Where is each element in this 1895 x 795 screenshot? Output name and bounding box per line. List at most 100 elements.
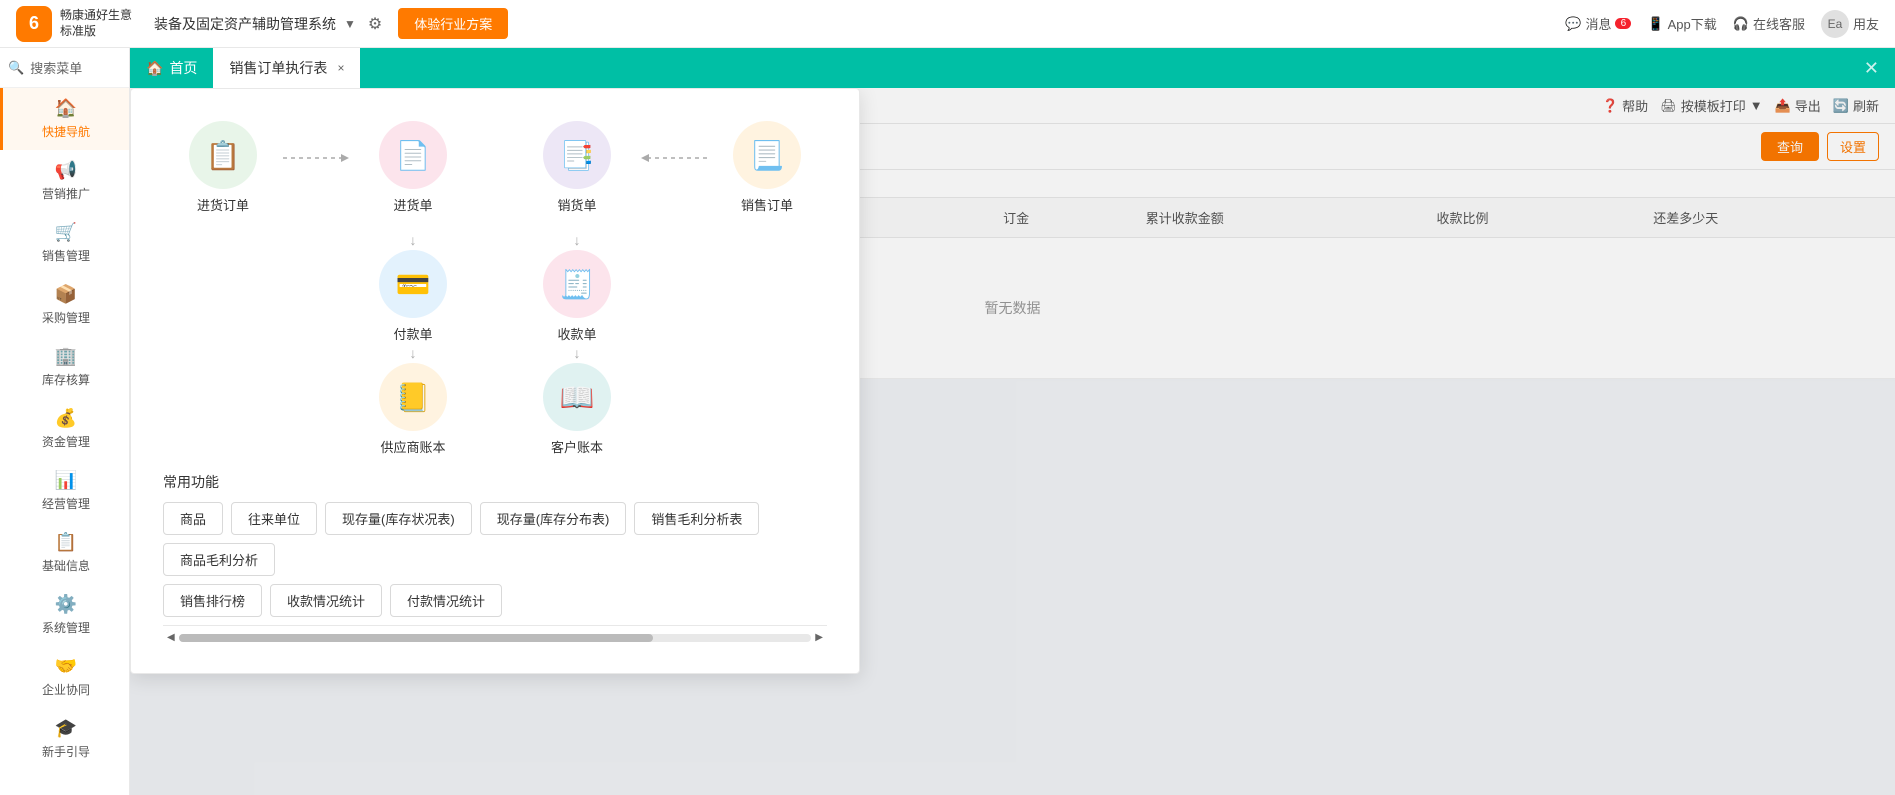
flow-row-3-wrapper: 📒 供应商账本 📖 客户账本 (163, 363, 827, 456)
app-download-btn[interactable]: 📱 App下载 (1647, 14, 1716, 33)
modal-backdrop: 📋 进货订单 (130, 88, 1895, 795)
scroll-track (179, 634, 812, 642)
sidebar-item-purchase[interactable]: 📦 采购管理 (0, 274, 129, 336)
sidebar-item-cooperation[interactable]: 🤝 企业协同 (0, 646, 129, 708)
money-icon: 💰 (55, 408, 77, 429)
arrow-sale-order-to-bill (637, 150, 707, 166)
sidebar-item-finance[interactable]: 💰 资金管理 (0, 398, 129, 460)
flow-node-sale-order[interactable]: 📃 销售订单 (707, 121, 827, 214)
message-badge: 6 (1615, 18, 1631, 29)
purchase-bill-icon: 📄 (396, 139, 431, 172)
flow-row-1: 📋 进货订单 (163, 121, 827, 214)
scroll-left-btn[interactable]: ◀ (167, 632, 175, 643)
inner-page: ❓ 帮助 🖨 按模板打印 ▼ 📤 导出 🔄 刷新 (130, 88, 1895, 795)
sidebar-item-quick-nav[interactable]: 🏠 快捷导航 (0, 88, 129, 150)
arrow-purchase-to-bill (283, 150, 353, 166)
sidebar-item-beginner[interactable]: 🎓 新手引导 (0, 708, 129, 770)
search-menu-btn[interactable]: 🔍 搜索菜单 (0, 48, 129, 88)
home-tab-icon: 🏠 (146, 60, 163, 77)
scroll-right-btn[interactable]: ▶ (815, 632, 823, 643)
func-btn-payment-stats[interactable]: 付款情况统计 (390, 584, 502, 617)
supplier-ledger-icon: 📒 (396, 381, 431, 414)
sale-bill-circle: 📑 (543, 121, 611, 189)
search-icon: 🔍 (8, 60, 24, 76)
scroll-thumb[interactable] (179, 634, 653, 642)
logo-text: 畅康通好生意 标准版 (60, 8, 132, 39)
func-btn-receipt-stats[interactable]: 收款情况统计 (270, 584, 382, 617)
payment-circle: 💳 (379, 250, 447, 318)
func-btn-product-profit[interactable]: 商品毛利分析 (163, 543, 275, 576)
customer-ledger-icon: 📖 (560, 381, 595, 414)
func-buttons-row-2: 销售排行榜 收款情况统计 付款情况统计 (163, 584, 827, 617)
arrow-v-receipt-customer: ↓ (574, 345, 581, 361)
sale-order-circle: 📃 (733, 121, 801, 189)
graduation-icon: 🎓 (55, 718, 77, 739)
common-functions-title: 常用功能 (163, 472, 827, 492)
content-area: 🏠 首页 销售订单执行表 × ✕ ❓ 帮助 🖨 按模板打印 ▼ (130, 48, 1895, 795)
purchase-order-circle: 📋 (189, 121, 257, 189)
chart-icon: 📊 (55, 470, 77, 491)
warehouse-icon: 🏢 (55, 346, 77, 367)
sidebar-item-sales[interactable]: 🛒 销售管理 (0, 212, 129, 274)
arrow-v-payment-supplier: ↓ (410, 345, 417, 361)
flow-node-sale-bill[interactable]: 📑 销货单 (517, 121, 637, 214)
window-close-btn[interactable]: ✕ (1856, 58, 1887, 79)
func-btn-sales-ranking[interactable]: 销售排行榜 (163, 584, 262, 617)
flow-node-purchase-order[interactable]: 📋 进货订单 (163, 121, 283, 214)
modal-panel: 📋 进货订单 (130, 88, 860, 674)
func-btn-counterpart[interactable]: 往来单位 (231, 502, 317, 535)
purchase-bill-circle: 📄 (379, 121, 447, 189)
tab-sales-execution[interactable]: 销售订单执行表 × (213, 48, 360, 88)
flow-node-customer-ledger[interactable]: 📖 客户账本 (517, 363, 637, 456)
logo-area: 6 畅康通好生意 标准版 (16, 6, 146, 42)
arrow-v-sale-receipt: ↓ (574, 232, 581, 248)
purchase-order-icon: 📋 (206, 139, 241, 172)
handshake-icon: 🤝 (55, 656, 77, 677)
receipt-circle: 🧾 (543, 250, 611, 318)
scroll-bar-area: ◀ ▶ (163, 625, 827, 649)
system-name: 装备及固定资产辅助管理系统 (154, 14, 336, 34)
experience-btn[interactable]: 体验行业方案 (398, 8, 508, 39)
online-service-btn[interactable]: 🎧 在线客服 (1733, 14, 1805, 33)
gear-icon[interactable]: ⚙ (368, 14, 382, 34)
message-btn[interactable]: 💬 消息 6 (1565, 14, 1631, 33)
system-dropdown-btn[interactable]: ▼ (344, 17, 356, 31)
tab-close-btn[interactable]: × (337, 61, 344, 75)
sale-bill-icon: 📑 (560, 139, 595, 172)
sidebar-item-basic[interactable]: 📋 基础信息 (0, 522, 129, 584)
sale-order-icon: 📃 (750, 139, 785, 172)
flow-row-2-wrapper: ↓ 💳 付款单 ↓ (163, 230, 827, 363)
clipboard-icon: 📋 (55, 532, 77, 553)
receipt-icon: 🧾 (560, 268, 595, 301)
sidebar: 🔍 搜索菜单 🏠 快捷导航 📢 营销推广 🛒 销售管理 📦 采购管理 🏢 库存核… (0, 48, 130, 795)
user-area[interactable]: Ea 用友 (1821, 10, 1879, 38)
func-btn-stock-dist[interactable]: 现存量(库存分布表) (480, 502, 627, 535)
flow-node-payment[interactable]: 💳 付款单 (353, 250, 473, 343)
payment-icon: 💳 (396, 268, 431, 301)
func-btn-product[interactable]: 商品 (163, 502, 223, 535)
main-layout: 🔍 搜索菜单 🏠 快捷导航 📢 营销推广 🛒 销售管理 📦 采购管理 🏢 库存核… (0, 48, 1895, 795)
func-buttons-row-1: 商品 往来单位 现存量(库存状况表) 现存量(库存分布表) 销售毛利分析表 商品… (163, 502, 827, 576)
cart-icon: 🛒 (55, 222, 77, 243)
home-icon: 🏠 (55, 98, 77, 119)
megaphone-icon: 📢 (55, 160, 77, 181)
header: 6 畅康通好生意 标准版 装备及固定资产辅助管理系统 ▼ ⚙ 体验行业方案 💬 … (0, 0, 1895, 48)
sidebar-item-system[interactable]: ⚙️ 系统管理 (0, 584, 129, 646)
sidebar-item-operation[interactable]: 📊 经营管理 (0, 460, 129, 522)
headset-icon: 🎧 (1733, 16, 1749, 32)
app-icon: 📱 (1647, 16, 1663, 32)
flow-node-supplier-ledger[interactable]: 📒 供应商账本 (353, 363, 473, 456)
func-btn-sales-profit[interactable]: 销售毛利分析表 (634, 502, 759, 535)
flow-diagram: 📋 进货订单 (163, 113, 827, 464)
settings-icon: ⚙️ (55, 594, 77, 615)
func-btn-stock-status[interactable]: 现存量(库存状况表) (325, 502, 472, 535)
tab-bar: 🏠 首页 销售订单执行表 × ✕ (130, 48, 1895, 88)
tab-home[interactable]: 🏠 首页 (130, 48, 213, 88)
sidebar-item-marketing[interactable]: 📢 营销推广 (0, 150, 129, 212)
flow-node-purchase-bill[interactable]: 📄 进货单 (353, 121, 473, 214)
sidebar-item-inventory[interactable]: 🏢 库存核算 (0, 336, 129, 398)
common-functions: 常用功能 商品 往来单位 现存量(库存状况表) 现存量(库存分布表) 销售毛利分… (163, 472, 827, 617)
flow-node-receipt[interactable]: 🧾 收款单 (517, 250, 637, 343)
flow-col-receipt: ↓ 🧾 收款单 ↓ (517, 230, 637, 363)
arrow-v-purchase-payment: ↓ (410, 232, 417, 248)
